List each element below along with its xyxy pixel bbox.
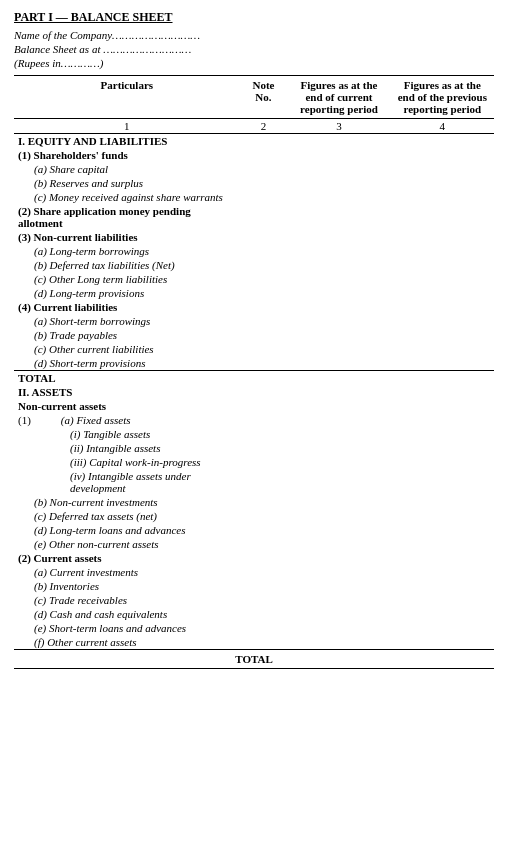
company-name: Name of the Company……………………… [14,29,494,41]
row-money-received: (c) Money received against share warrant… [14,190,494,204]
row-st-borrowings: (a) Short-term borrowings [14,314,494,328]
st-loans-advances-label: (e) Short-term loans and advances [14,621,240,635]
row-cash-equivalents: (d) Cash and cash equivalents [14,607,494,621]
rupees-label: (Rupees in…………) [14,57,494,69]
assets-section-label: II. ASSETS [14,385,240,399]
note-header: Note No. [240,76,288,119]
total-equity-label: TOTAL [14,371,240,386]
row-trade-payables: (b) Trade payables [14,328,494,342]
row-inventories: (b) Inventories [14,579,494,593]
intangible-assets-label: (ii) Intangible assets [14,441,240,455]
deferred-tax-assets-label: (c) Deferred tax assets (net) [14,509,240,523]
cash-equivalents-label: (d) Cash and cash equivalents [14,607,240,621]
row-other-current-liab: (c) Other current liabilities [14,342,494,356]
row-st-loans-advances: (e) Short-term loans and advances [14,621,494,635]
row-fixed-assets: (1)(a) Fixed assets [14,413,494,427]
other-non-current-assets-label: (e) Other non-current assets [14,537,240,551]
money-received-label: (c) Money received against share warrant… [14,190,240,204]
row-share-application: (2) Share application money pending allo… [14,204,494,230]
col-num-1: 1 [14,119,240,134]
non-current-investments-label: (b) Non-current investments [14,495,240,509]
row-current-assets: (2) Current assets [14,551,494,565]
lt-loans-advances-label: (d) Long-term loans and advances [14,523,240,537]
col-num-4: 4 [391,119,494,134]
row-deferred-tax-assets: (c) Deferred tax assets (net) [14,509,494,523]
row-st-provisions: (d) Short-term provisions [14,356,494,371]
row-capital-wip: (iii) Capital work-in-progress [14,455,494,469]
row-current-liab: (4) Current liabilities [14,300,494,314]
tangible-assets-label: (i) Tangible assets [14,427,240,441]
row-final-total: TOTAL [14,650,494,669]
row-lt-borrowings: (a) Long-term borrowings [14,244,494,258]
st-provisions-label: (d) Short-term provisions [14,356,240,371]
intangible-under-dev-label: (iv) Intangible assets under development [14,469,240,495]
particulars-header: Particulars [14,76,240,119]
row-non-current-assets: Non-current assets [14,399,494,413]
row-shareholders-funds: (1) Shareholders' funds [14,148,494,162]
row-non-current-investments: (b) Non-current investments [14,495,494,509]
section-equity: I. EQUITY AND LIABILITIES [14,134,494,149]
row-tangible-assets: (i) Tangible assets [14,427,494,441]
row-other-non-current-assets: (e) Other non-current assets [14,537,494,551]
row-share-capital: (a) Share capital [14,162,494,176]
section-assets: II. ASSETS [14,385,494,399]
shareholders-label: (1) Shareholders' funds [14,148,240,162]
col-num-2: 2 [240,119,288,134]
current-assets-label: (2) Current assets [14,551,240,565]
row-deferred-tax-liab: (b) Deferred tax liabilities (Net) [14,258,494,272]
other-lt-liab-label: (c) Other Long term liabilities [14,272,240,286]
trade-receivables-label: (c) Trade receivables [14,593,240,607]
part-title: PART I — BALANCE SHEET [14,10,494,25]
lt-provisions-label: (d) Long-term provisions [14,286,240,300]
row-intangible-under-dev: (iv) Intangible assets under development [14,469,494,495]
inventories-label: (b) Inventories [14,579,240,593]
row-reserves-surplus: (b) Reserves and surplus [14,176,494,190]
share-capital-label: (a) Share capital [14,162,240,176]
capital-wip-label: (iii) Capital work-in-progress [14,455,240,469]
row-lt-provisions: (d) Long-term provisions [14,286,494,300]
current-liab-label: (4) Current liabilities [14,300,240,314]
fixed-assets-label: (1)(a) Fixed assets [14,413,240,427]
current-period-header: Figures as at the end of current reporti… [287,76,390,119]
other-current-liab-label: (c) Other current liabilities [14,342,240,356]
trade-payables-label: (b) Trade payables [14,328,240,342]
row-trade-receivables: (c) Trade receivables [14,593,494,607]
lt-borrowings-label: (a) Long-term borrowings [14,244,240,258]
col-num-3: 3 [287,119,390,134]
row-other-current-assets: (f) Other current assets [14,635,494,650]
row-other-lt-liab: (c) Other Long term liabilities [14,272,494,286]
final-total-label: TOTAL [14,650,494,669]
non-current-liab-label: (3) Non-current liabilities [14,230,240,244]
st-borrowings-label: (a) Short-term borrowings [14,314,240,328]
row-lt-loans-advances: (d) Long-term loans and advances [14,523,494,537]
current-empty [287,134,390,149]
other-current-assets-label: (f) Other current assets [14,635,240,650]
non-current-assets-label: Non-current assets [14,399,240,413]
previous-period-header: Figures as at the end of the previous re… [391,76,494,119]
note-empty [240,134,288,149]
row-non-current-liab: (3) Non-current liabilities [14,230,494,244]
balance-date: Balance Sheet as at ……………………… [14,43,494,55]
deferred-tax-liab-label: (b) Deferred tax liabilities (Net) [14,258,240,272]
current-investments-label: (a) Current investments [14,565,240,579]
previous-empty [391,134,494,149]
row-intangible-assets: (ii) Intangible assets [14,441,494,455]
share-application-label: (2) Share application money pending allo… [14,204,240,230]
section-label: I. EQUITY AND LIABILITIES [14,134,240,149]
row-current-investments: (a) Current investments [14,565,494,579]
row-total-equity: TOTAL [14,371,494,386]
reserves-label: (b) Reserves and surplus [14,176,240,190]
